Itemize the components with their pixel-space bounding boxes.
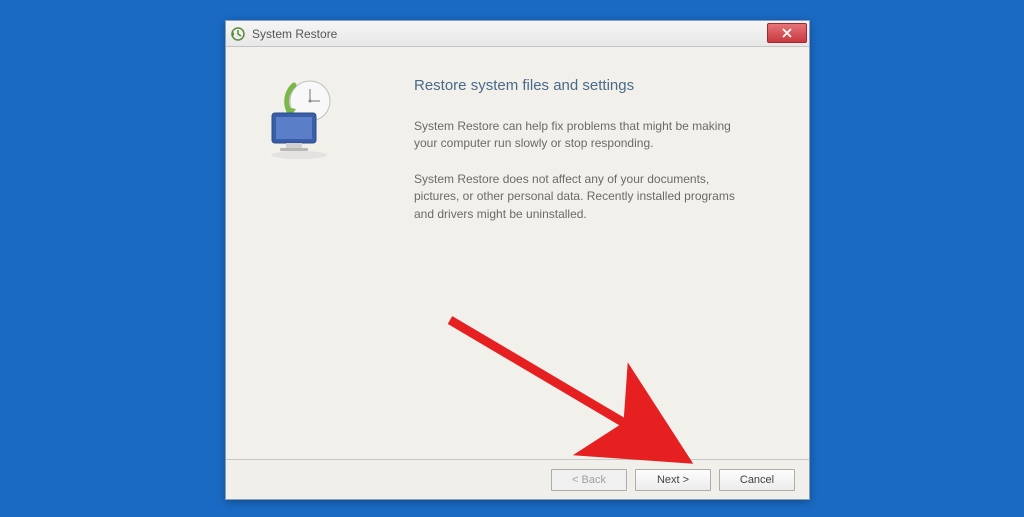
right-pane: Restore system files and settings System… xyxy=(379,67,781,449)
titlebar: System Restore xyxy=(226,21,809,47)
restore-graphic-icon xyxy=(254,75,344,165)
system-restore-icon xyxy=(230,26,246,42)
button-bar: < Back Next > Cancel xyxy=(226,459,809,499)
back-button: < Back xyxy=(551,469,627,491)
page-heading: Restore system files and settings xyxy=(414,77,781,94)
cancel-button[interactable]: Cancel xyxy=(719,469,795,491)
next-button[interactable]: Next > xyxy=(635,469,711,491)
content-area: Restore system files and settings System… xyxy=(226,47,809,459)
system-restore-window: System Restore xyxy=(225,20,810,500)
close-button[interactable] xyxy=(767,23,807,43)
left-pane xyxy=(244,67,379,449)
description-paragraph-1: System Restore can help fix problems tha… xyxy=(414,118,754,153)
description-paragraph-2: System Restore does not affect any of yo… xyxy=(414,171,754,223)
window-title: System Restore xyxy=(252,27,337,41)
